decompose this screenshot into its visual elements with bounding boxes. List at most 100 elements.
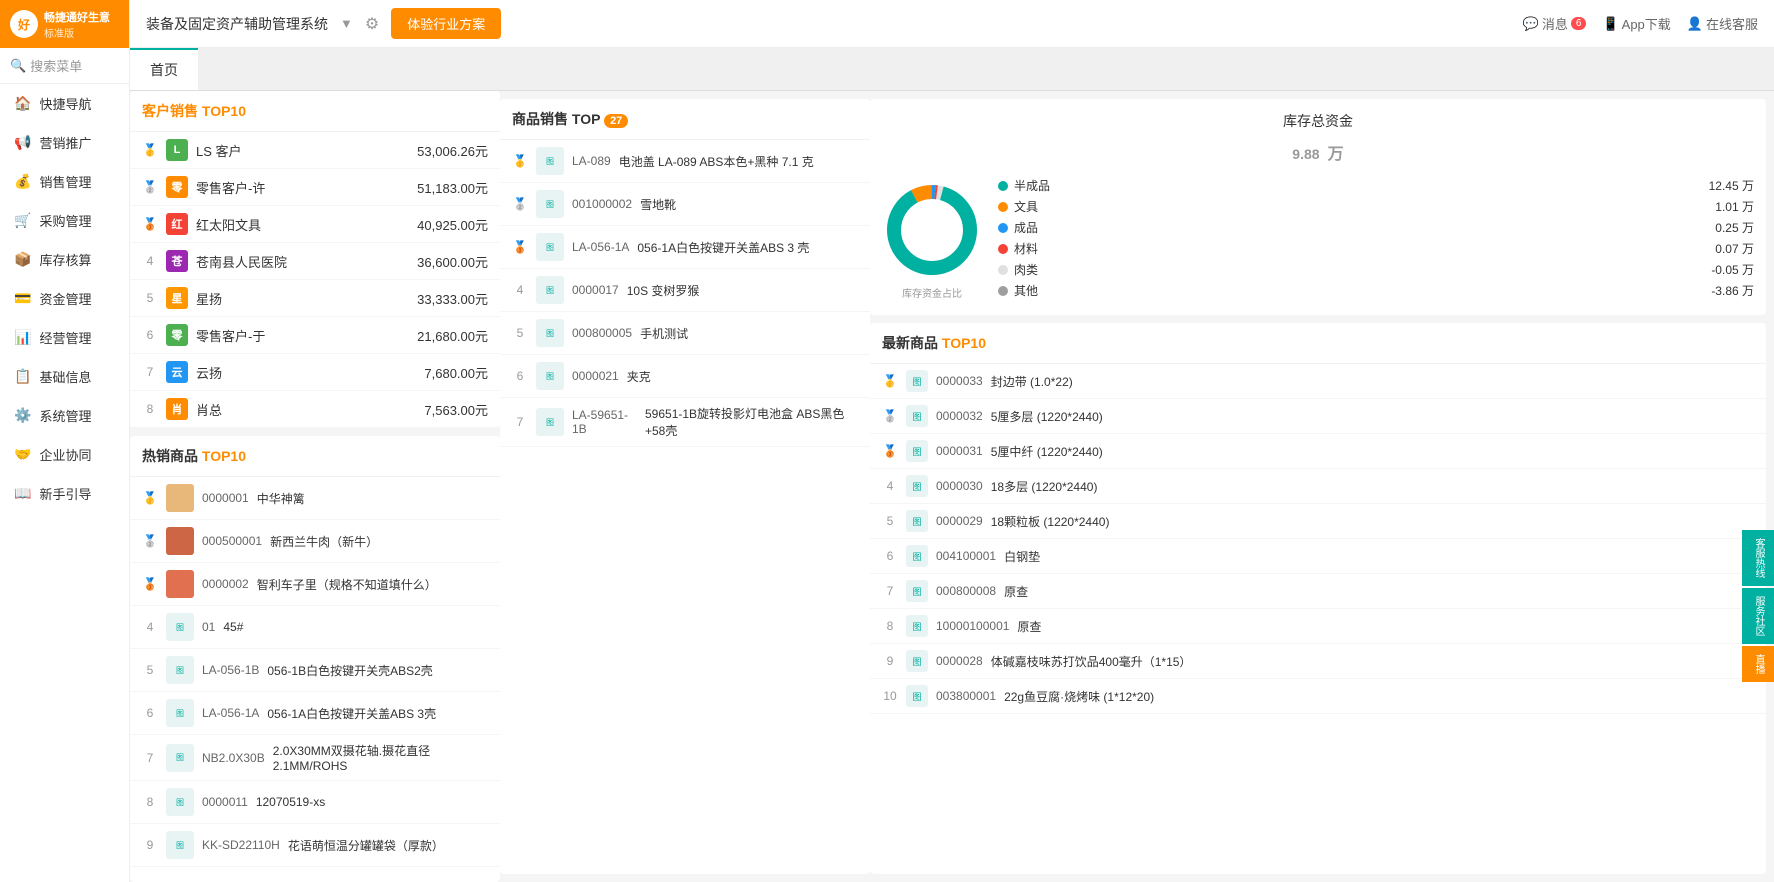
customer-rank-item[interactable]: 5 星 星扬 33,333.00元 (130, 280, 500, 317)
hot-product-item[interactable]: 5 图 LA-056-1B 056-1B白色按键开关壳ABS2壳 (130, 649, 500, 692)
hot-product-item[interactable]: 🥇 0000001 中华神篱 (130, 477, 500, 520)
sidebar-item-system[interactable]: ⚙️ 系统管理 (0, 396, 129, 435)
new-product-item[interactable]: 4 图 0000030 18多层 (1220*2440) (870, 469, 1766, 504)
product-code: 0000011 (202, 795, 248, 809)
product-name: 花语萌恒温分罐罐袋（厚款） (288, 837, 444, 854)
hot-product-item[interactable]: 7 图 NB2.0X30B 2.0X30MM双摄花轴.摄花直径2.1MM/ROH… (130, 735, 500, 781)
sidebar-item-label: 销售管理 (39, 172, 91, 191)
hot-product-item[interactable]: 8 图 0000011 12070519-xs (130, 781, 500, 824)
customer-rank-item[interactable]: 🥉 红 红太阳文具 40,925.00元 (130, 206, 500, 243)
guide-icon: 📖 (14, 485, 31, 502)
sidebar-item-purchase[interactable]: 🛒 采购管理 (0, 201, 129, 240)
legend-name: 其他 (1014, 282, 1705, 299)
sidebar-logo: 好 畅捷通好生意 标准版 (0, 0, 129, 48)
hot-product-item[interactable]: 9 图 KK-SD22110H 花语萌恒温分罐罐袋（厚款） (130, 824, 500, 867)
nav-tabs: 首页 (130, 48, 1774, 91)
new-product-image: 图 (906, 650, 928, 672)
customer-rank-item[interactable]: 🥈 零 零售客户-许 51,183.00元 (130, 169, 500, 206)
hot-product-item[interactable]: 4 图 01 45# (130, 606, 500, 649)
product-rank-num: 6 (142, 706, 158, 720)
customer-rank-item[interactable]: 4 苍 苍南县人民医院 36,600.00元 (130, 243, 500, 280)
inventory-legend: 半成品 12.45 万 文具 1.01 万 成品 0.25 万 材料 0.07 … (998, 177, 1754, 303)
sidebar-item-shortcuts[interactable]: 🏠 快捷导航 (0, 84, 129, 123)
sidebar-item-finance[interactable]: 💳 资金管理 (0, 279, 129, 318)
new-product-name: 原查 (1004, 583, 1028, 600)
experience-btn[interactable]: 体验行业方案 (391, 8, 501, 39)
marketing-icon: 📢 (14, 134, 31, 151)
new-product-image: 图 (906, 405, 928, 427)
new-product-item[interactable]: 🥇 图 0000033 封边带 (1.0*22) (870, 364, 1766, 399)
online-service-btn[interactable]: 👤 在线客服 (1687, 14, 1758, 33)
sidebar-item-marketing[interactable]: 📢 营销推广 (0, 123, 129, 162)
product-rank-item[interactable]: 🥉 图 LA-056-1A 056-1A白色按键开关盖ABS 3 壳 (500, 226, 870, 269)
new-product-image: 图 (906, 440, 928, 462)
customer-rank-item[interactable]: 🥇 L LS 客户 53,006.26元 (130, 132, 500, 169)
product-code: 0000002 (202, 577, 249, 591)
sidebar-search[interactable]: 🔍 搜索菜单 (0, 48, 129, 84)
topbar: 装备及固定资产辅助管理系统 ▼ ⚙ 体验行业方案 💬 消息 6 📱 App下载 … (130, 0, 1774, 48)
legend-value: 12.45 万 (1709, 177, 1754, 194)
product-rank-item[interactable]: 🥇 图 LA-089 电池盖 LA-089 ABS本色+黑种 7.1 克 (500, 140, 870, 183)
new-product-item[interactable]: 10 图 003800001 22g鱼豆腐·烧烤味 (1*12*20) (870, 679, 1766, 714)
float-community[interactable]: 服务社区 (1742, 588, 1774, 644)
product-rank-item[interactable]: 5 图 000800005 手机测试 (500, 312, 870, 355)
new-product-info: 0000033 封边带 (1.0*22) (936, 373, 1754, 390)
legend-name: 文具 (1014, 198, 1709, 215)
new-product-rank: 🥉 (882, 444, 898, 458)
rank-badge: L (166, 139, 188, 161)
product-info: LA-056-1A 056-1A白色按键开关盖ABS 3 壳 (572, 239, 858, 256)
new-product-item[interactable]: 9 图 0000028 体碱嘉枝味苏打饮品400毫升（1*15） (870, 644, 1766, 679)
sidebar-item-basics[interactable]: 📋 基础信息 (0, 357, 129, 396)
new-product-image: 图 (906, 545, 928, 567)
rank-badge: 零 (166, 324, 188, 346)
customer-rank-item[interactable]: 8 肖 肖总 7,563.00元 (130, 391, 500, 428)
sidebar-item-sales[interactable]: 💰 销售管理 (0, 162, 129, 201)
hot-product-item[interactable]: 🥉 0000002 智利车子里（规格不知道填什么） (130, 563, 500, 606)
new-product-rank: 4 (882, 479, 898, 493)
new-product-name: 5厘中纤 (1220*2440) (991, 443, 1103, 460)
settings-icon[interactable]: ⚙ (365, 14, 379, 34)
product-info: 0000011 12070519-xs (202, 795, 488, 809)
dropdown-icon[interactable]: ▼ (340, 16, 353, 31)
product-rank-item[interactable]: 4 图 0000017 10S 变树罗猴 (500, 269, 870, 312)
tab-home[interactable]: 首页 (130, 48, 198, 90)
inventory-amount: 9.88 万 (882, 139, 1754, 165)
product-code: NB2.0X30B (202, 751, 265, 765)
product-rank-item[interactable]: 🥈 图 001000002 雪地靴 (500, 183, 870, 226)
message-btn[interactable]: 💬 消息 6 (1523, 14, 1587, 33)
sidebar-item-enterprise[interactable]: 🤝 企业协同 (0, 435, 129, 474)
sidebar-item-guide[interactable]: 📖 新手引导 (0, 474, 129, 513)
product-name: 10S 变树罗猴 (627, 282, 700, 299)
product-image (166, 527, 194, 555)
product-rank-item[interactable]: 7 图 LA-59651-1B 59651-1B旋转投影灯电池盒 ABS黑色+5… (500, 398, 870, 447)
sidebar-item-operations[interactable]: 📊 经营管理 (0, 318, 129, 357)
new-product-code: 0000030 (936, 479, 983, 493)
basics-icon: 📋 (14, 368, 31, 385)
new-product-item[interactable]: 🥉 图 0000031 5厘中纤 (1220*2440) (870, 434, 1766, 469)
new-product-item[interactable]: 🥈 图 0000032 5厘多层 (1220*2440) (870, 399, 1766, 434)
float-live[interactable]: 直播 (1742, 646, 1774, 682)
product-rank-item[interactable]: 6 图 0000021 夹克 (500, 355, 870, 398)
new-product-info: 0000032 5厘多层 (1220*2440) (936, 408, 1754, 425)
sidebar-item-label: 营销推广 (39, 133, 91, 152)
customer-rank-item[interactable]: 7 云 云扬 7,680.00元 (130, 354, 500, 391)
product-image (166, 484, 194, 512)
new-product-item[interactable]: 6 图 004100001 白钢垫 (870, 539, 1766, 574)
product-name: 夹克 (627, 368, 651, 385)
legend-value: -3.86 万 (1711, 282, 1754, 299)
sidebar: 好 畅捷通好生意 标准版 🔍 搜索菜单 🏠 快捷导航 📢 营销推广 💰 销售管理… (0, 0, 130, 882)
product-rank-num: 7 (512, 415, 528, 429)
app-download-btn[interactable]: 📱 App下载 (1602, 14, 1670, 33)
rank-badge: 苍 (166, 250, 188, 272)
hot-product-item[interactable]: 6 图 LA-056-1A 056-1A白色按键开关盖ABS 3壳 (130, 692, 500, 735)
product-name: 056-1A白色按键开关盖ABS 3壳 (267, 705, 436, 722)
rank-amount: 33,333.00元 (417, 289, 488, 308)
new-product-item[interactable]: 7 图 000800008 原查 (870, 574, 1766, 609)
new-product-item[interactable]: 5 图 0000029 18颗粒板 (1220*2440) (870, 504, 1766, 539)
new-product-item[interactable]: 8 图 10000100001 原查 (870, 609, 1766, 644)
customer-rank-item[interactable]: 6 零 零售客户-于 21,680.00元 (130, 317, 500, 354)
product-code: 0000017 (572, 283, 619, 297)
float-customer-service[interactable]: 客服热线 (1742, 530, 1774, 586)
sidebar-item-inventory[interactable]: 📦 库存核算 (0, 240, 129, 279)
hot-product-item[interactable]: 🥈 000500001 新西兰牛肉（新牛） (130, 520, 500, 563)
